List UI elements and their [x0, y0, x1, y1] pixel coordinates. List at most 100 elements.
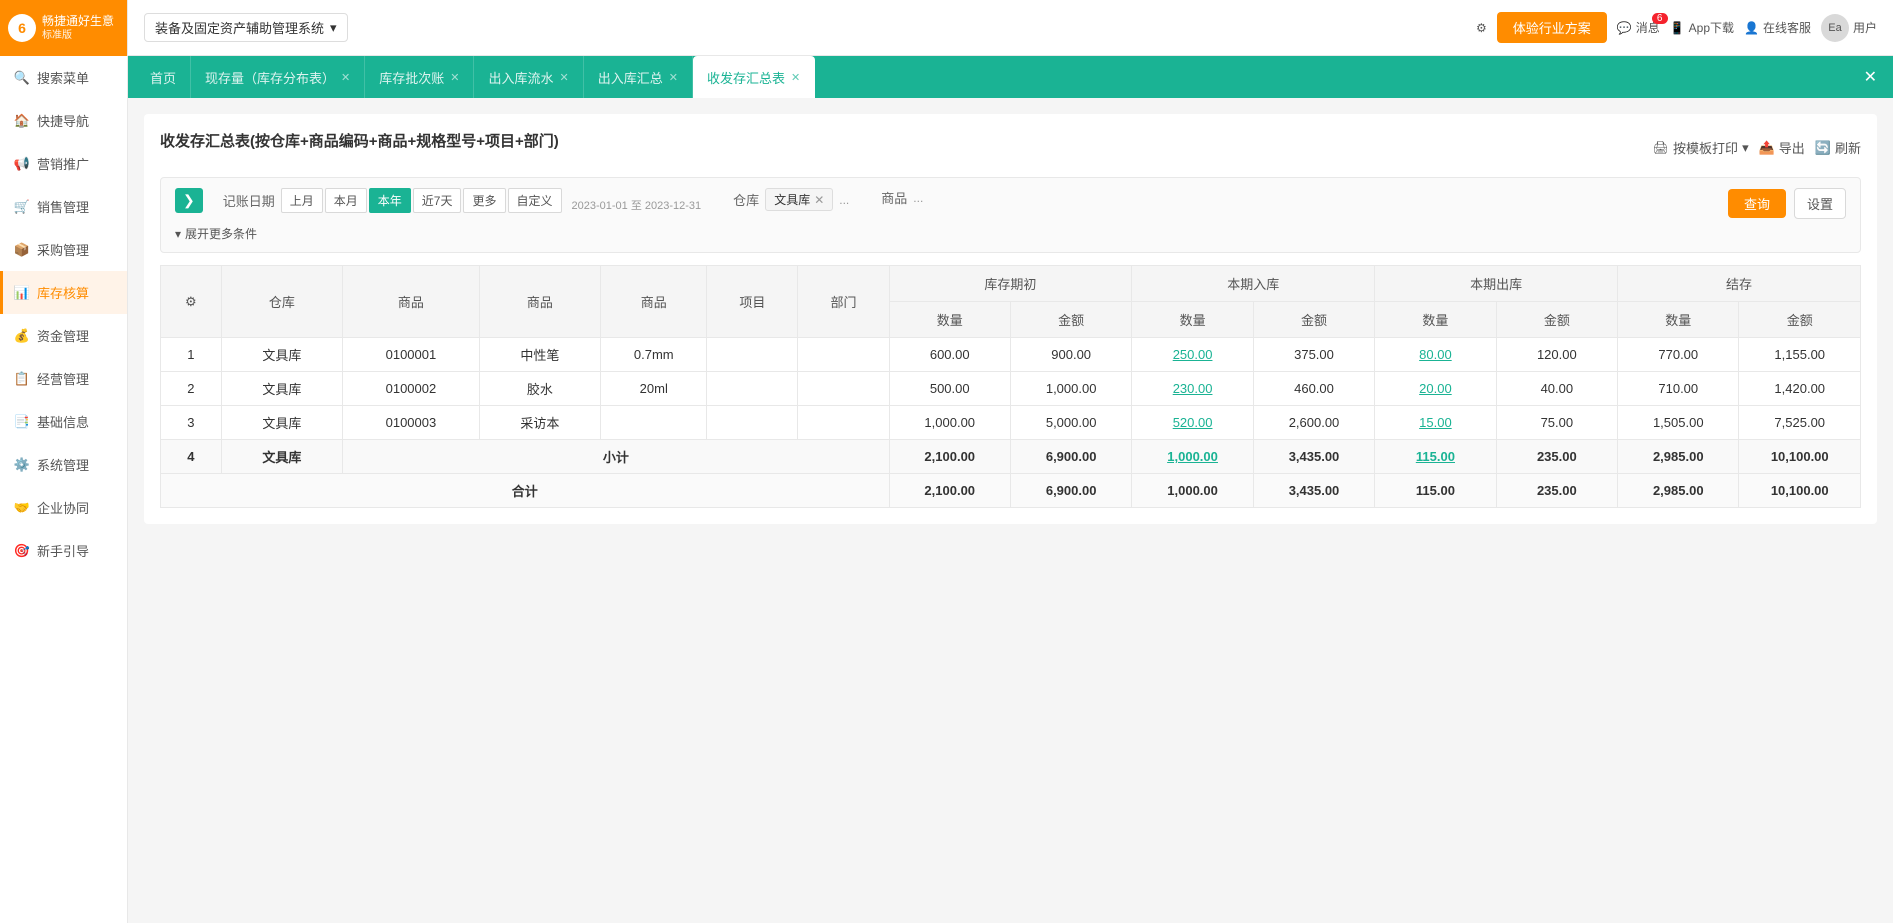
cell-name-2: 采访本	[479, 406, 600, 440]
cell-project-2	[707, 406, 798, 440]
sidebar-item-purchase[interactable]: 📦采购管理	[0, 228, 127, 271]
header-actions: ⚙ 体验行业方案 💬 消息 6 📱 App下载 👤 在线客服 Ea 用户	[1476, 12, 1877, 43]
tab-batch-ledger[interactable]: 库存批次账 ✕	[365, 56, 474, 98]
refresh-button[interactable]: 🔄 刷新	[1815, 138, 1861, 157]
date-btn-本月[interactable]: 本月	[325, 188, 367, 213]
tab-inventory-dist[interactable]: 现存量（库存分布表） ✕	[191, 56, 365, 98]
tab-close-receive-summary[interactable]: ✕	[791, 71, 800, 84]
tab-inout-flow[interactable]: 出入库流水 ✕	[474, 56, 583, 98]
cell-project-0	[707, 338, 798, 372]
sidebar-item-guide[interactable]: 🎯新手引导	[0, 529, 127, 572]
cell-in-qty-0[interactable]: 250.00	[1132, 338, 1253, 372]
cell-out-qty-1[interactable]: 20.00	[1375, 372, 1496, 406]
sidebar-item-search[interactable]: 🔍搜索菜单	[0, 56, 127, 99]
tab-inout-summary[interactable]: 出入库汇总 ✕	[584, 56, 693, 98]
sidebar-item-inventory[interactable]: 📊库存核算	[0, 271, 127, 314]
refresh-icon: 🔄	[1815, 140, 1831, 156]
app-download-action[interactable]: 📱 App下载	[1670, 19, 1734, 36]
quick-nav-icon: 🏠	[13, 112, 31, 130]
subtotal-bal-amt: 10,100.00	[1739, 440, 1861, 474]
date-btn-本年[interactable]: 本年	[369, 188, 411, 213]
page-card: 收发存汇总表(按仓库+商品编码+商品+规格型号+项目+部门) 🖨 按模板打印 ▾…	[144, 114, 1877, 524]
sidebar-item-enterprise[interactable]: 🤝 企业协同	[0, 486, 127, 529]
sidebar: 6 畅捷通好生意 标准版 🔍搜索菜单🏠快捷导航📢营销推广🛒销售管理📦采购管理📊库…	[0, 0, 128, 923]
cell-code-2: 0100003	[343, 406, 480, 440]
th-in-group: 本期入库	[1132, 266, 1375, 302]
cell-bal-amt-2: 7,525.00	[1739, 406, 1861, 440]
trial-button[interactable]: 体验行业方案	[1497, 12, 1607, 43]
th-project: 项目	[707, 266, 798, 338]
sidebar-item-system[interactable]: ⚙️系统管理	[0, 443, 127, 486]
th-out-group: 本期出库	[1375, 266, 1618, 302]
filter-setting-button[interactable]: 设置	[1794, 188, 1846, 219]
th-in-amt: 金额	[1253, 302, 1374, 338]
tab-receive-summary[interactable]: 收发存汇总表 ✕	[693, 56, 815, 98]
system-selector[interactable]: 装备及固定资产辅助管理系统 ▾	[144, 13, 348, 42]
cell-in-qty-2[interactable]: 520.00	[1132, 406, 1253, 440]
online-service-action[interactable]: 👤 在线客服	[1744, 19, 1811, 36]
date-btn-近7天[interactable]: 近7天	[413, 188, 462, 213]
cell-bal-amt-1: 1,420.00	[1739, 372, 1861, 406]
total-bal-amt: 10,100.00	[1739, 474, 1861, 508]
tab-bar-close-all[interactable]: ✕	[1856, 67, 1885, 87]
warehouse-tag-close[interactable]: ✕	[814, 193, 824, 207]
warehouse-more-btn[interactable]: ...	[839, 193, 849, 207]
sales-icon: 🛒	[13, 198, 31, 216]
sidebar-item-operations[interactable]: 📋经营管理	[0, 357, 127, 400]
table-row: 1 文具库 0100001 中性笔 0.7mm 600.00 900.00 25…	[161, 338, 1861, 372]
total-open-qty: 2,100.00	[889, 474, 1010, 508]
sidebar-item-finance[interactable]: 💰资金管理	[0, 314, 127, 357]
sidebar-item-quick-nav[interactable]: 🏠快捷导航	[0, 99, 127, 142]
goods-more-btn[interactable]: ...	[913, 191, 923, 205]
sidebar-logo: 6 畅捷通好生意 标准版	[0, 0, 127, 56]
date-btn-自定义[interactable]: 自定义	[508, 188, 562, 213]
date-btn-上月[interactable]: 上月	[281, 188, 323, 213]
tab-label-inout-flow: 出入库流水	[488, 68, 553, 87]
cell-code-1: 0100002	[343, 372, 480, 406]
tab-close-inventory-dist[interactable]: ✕	[341, 71, 350, 84]
message-action[interactable]: 💬 消息 6	[1617, 19, 1660, 36]
sidebar-item-label: 企业协同	[37, 498, 89, 517]
date-btn-更多[interactable]: 更多	[463, 188, 505, 213]
th-goods-spec: 商品	[601, 266, 707, 338]
subtotal-in-qty[interactable]: 1,000.00	[1132, 440, 1253, 474]
export-button[interactable]: 📤 导出	[1759, 138, 1805, 157]
cell-name-0: 中性笔	[479, 338, 600, 372]
expand-conditions-button[interactable]: ▾ 展开更多条件	[175, 225, 257, 242]
settings-action[interactable]: ⚙	[1476, 21, 1487, 35]
print-button[interactable]: 🖨 按模板打印 ▾	[1653, 138, 1749, 157]
cell-seq-1: 2	[161, 372, 222, 406]
tab-home[interactable]: 首页	[136, 56, 191, 98]
total-in-qty: 1,000.00	[1132, 474, 1253, 508]
cell-bal-qty-0: 770.00	[1618, 338, 1739, 372]
sidebar-item-marketing[interactable]: 📢营销推广	[0, 142, 127, 185]
cell-code-0: 0100001	[343, 338, 480, 372]
th-open-qty: 数量	[889, 302, 1010, 338]
collapse-button[interactable]: ❯	[175, 188, 203, 213]
sidebar-item-label: 采购管理	[37, 240, 89, 259]
cell-out-qty-0[interactable]: 80.00	[1375, 338, 1496, 372]
query-button[interactable]: 查询	[1728, 189, 1786, 218]
page-content: 收发存汇总表(按仓库+商品编码+商品+规格型号+项目+部门) 🖨 按模板打印 ▾…	[128, 98, 1893, 923]
subtotal-out-qty[interactable]: 115.00	[1375, 440, 1496, 474]
warehouse-tag[interactable]: 文具库 ✕	[765, 188, 833, 211]
cell-out-qty-2[interactable]: 15.00	[1375, 406, 1496, 440]
guide-icon: 🎯	[13, 542, 31, 560]
sidebar-item-label: 资金管理	[37, 326, 89, 345]
subtotal-warehouse: 文具库	[221, 440, 342, 474]
th-settings: ⚙	[161, 266, 222, 338]
tab-close-inout-flow[interactable]: ✕	[560, 71, 569, 84]
sidebar-item-sales[interactable]: 🛒销售管理	[0, 185, 127, 228]
enterprise-icon: 🤝	[13, 499, 31, 517]
user-action[interactable]: Ea 用户	[1821, 14, 1877, 42]
tab-close-inout-summary[interactable]: ✕	[669, 71, 678, 84]
sidebar-item-basic-info[interactable]: 📑基础信息	[0, 400, 127, 443]
subtotal-in-amt: 3,435.00	[1253, 440, 1374, 474]
tab-close-batch-ledger[interactable]: ✕	[450, 71, 459, 84]
tab-label-batch-ledger: 库存批次账	[379, 68, 444, 87]
cell-in-amt-2: 2,600.00	[1253, 406, 1374, 440]
cell-bal-qty-1: 710.00	[1618, 372, 1739, 406]
logo-text: 畅捷通好生意 标准版	[42, 14, 114, 43]
cell-in-qty-1[interactable]: 230.00	[1132, 372, 1253, 406]
subtotal-label: 小计	[343, 440, 889, 474]
